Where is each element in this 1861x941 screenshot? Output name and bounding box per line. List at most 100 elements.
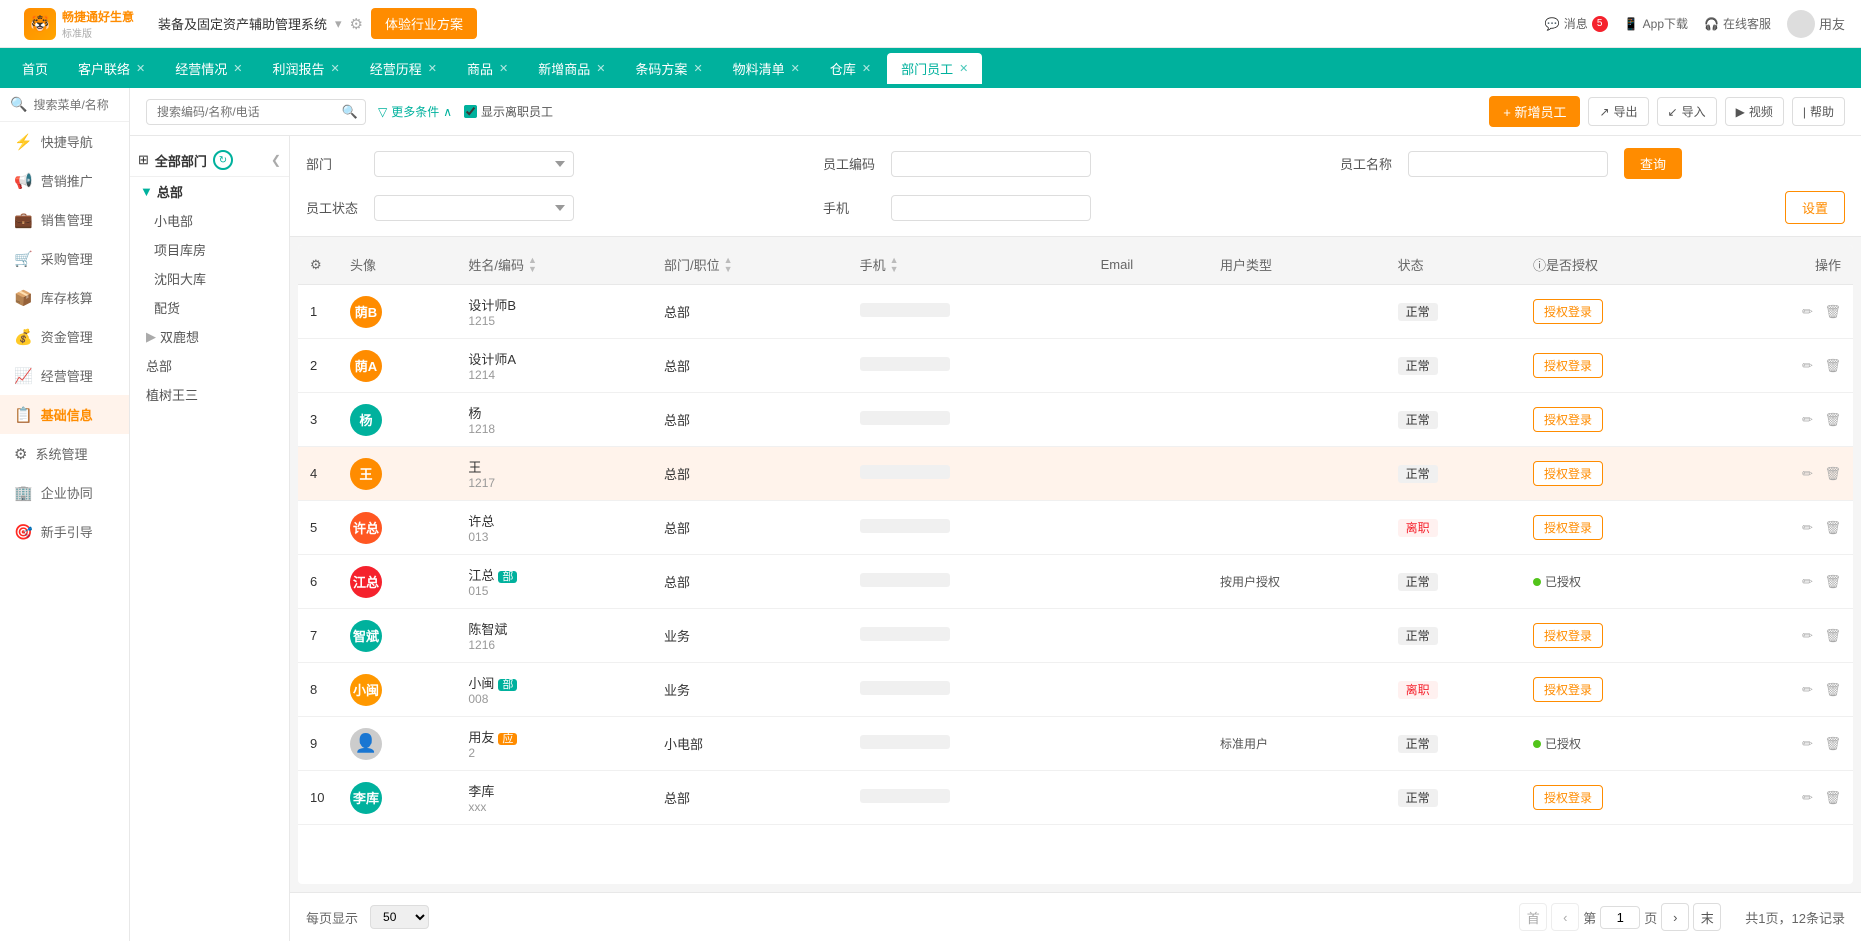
search-input[interactable] [146, 99, 366, 125]
query-button[interactable]: 查询 [1624, 148, 1682, 179]
sidebar-item-quick[interactable]: ⚡ 快捷导航 [0, 122, 129, 161]
tab-close-icon[interactable]: ✕ [136, 62, 145, 75]
auth-button[interactable]: 授权登录 [1533, 623, 1603, 648]
emp-status-select[interactable] [374, 195, 574, 221]
dept-item-shuanglu[interactable]: ▶双鹿想 [130, 322, 289, 351]
tab-barcode[interactable]: 条码方案 ✕ [621, 53, 716, 84]
add-employee-button[interactable]: + 新增员工 [1489, 96, 1580, 127]
sidebar-item-sales[interactable]: 💼 销售管理 [0, 200, 129, 239]
tab-employee[interactable]: 部门员工 ✕ [887, 53, 982, 84]
tab-bom[interactable]: 物料清单 ✕ [719, 53, 814, 84]
tab-operation-status[interactable]: 经营情况 ✕ [161, 53, 256, 84]
collapse-sidebar-button[interactable]: ❮ [271, 153, 281, 167]
app-download-button[interactable]: 📱 App下载 [1624, 15, 1688, 32]
trial-button[interactable]: 体验行业方案 [371, 8, 477, 39]
next-page-button[interactable]: › [1661, 903, 1689, 931]
auth-button[interactable]: 授权登录 [1533, 677, 1603, 702]
auth-button[interactable]: 授权登录 [1533, 515, 1603, 540]
dept-item-shenyang[interactable]: 沈阳大库 [130, 264, 289, 293]
last-page-button[interactable]: 末 [1693, 903, 1721, 931]
sidebar-item-basic[interactable]: 📋 基础信息 [0, 395, 129, 434]
col-dept[interactable]: 部门/职位 ▲▼ [652, 245, 848, 285]
edit-button[interactable]: ✏ [1802, 574, 1813, 589]
dropdown-arrow-icon[interactable]: ▾ [335, 16, 342, 32]
tab-close-icon[interactable]: ✕ [862, 62, 871, 75]
tab-close-icon[interactable]: ✕ [233, 62, 242, 75]
edit-button[interactable]: ✏ [1802, 466, 1813, 481]
edit-button[interactable]: ✏ [1802, 520, 1813, 535]
sidebar-item-operation[interactable]: 📈 经营管理 [0, 356, 129, 395]
search-icon[interactable]: 🔍 [342, 104, 358, 120]
first-page-button[interactable]: 首 [1519, 903, 1547, 931]
message-button[interactable]: 💬 消息 5 [1545, 15, 1608, 32]
sidebar-item-marketing[interactable]: 📢 营销推广 [0, 161, 129, 200]
more-filters-button[interactable]: ▽ 更多条件 ∧ [378, 103, 452, 120]
export-button[interactable]: ↗ 导出 [1588, 97, 1648, 126]
phone-input[interactable] [891, 195, 1091, 221]
delete-button[interactable]: 🗑 [1824, 412, 1841, 427]
delete-button[interactable]: 🗑 [1824, 682, 1841, 697]
page-number-input[interactable] [1600, 906, 1640, 929]
tab-history[interactable]: 经营历程 ✕ [356, 53, 451, 84]
delete-button[interactable]: 🗑 [1824, 520, 1841, 535]
dept-select[interactable] [374, 151, 574, 177]
delete-button[interactable]: 🗑 [1824, 358, 1841, 373]
dept-item-distribution[interactable]: 配货 [130, 293, 289, 322]
edit-button[interactable]: ✏ [1802, 628, 1813, 643]
delete-button[interactable]: 🗑 [1824, 736, 1841, 751]
auth-button[interactable]: 授权登录 [1533, 299, 1603, 324]
tab-new-goods[interactable]: 新增商品 ✕ [524, 53, 619, 84]
col-phone[interactable]: 手机 ▲▼ [848, 245, 1089, 285]
emp-code-input[interactable] [891, 151, 1091, 177]
reset-button[interactable]: 设置 [1785, 191, 1845, 224]
tab-close-icon[interactable]: ✕ [791, 62, 800, 75]
dept-item-general[interactable]: 总部 [130, 351, 289, 380]
edit-button[interactable]: ✏ [1802, 358, 1813, 373]
edit-button[interactable]: ✏ [1802, 412, 1813, 427]
sidebar-item-guide[interactable]: 🎯 新手引导 [0, 512, 129, 551]
refresh-button[interactable]: ↻ [213, 150, 233, 170]
show-resigned-checkbox[interactable] [464, 105, 477, 118]
tab-close-icon[interactable]: ✕ [959, 62, 968, 75]
edit-button[interactable]: ✏ [1802, 682, 1813, 697]
tab-close-icon[interactable]: ✕ [596, 62, 605, 75]
delete-button[interactable]: 🗑 [1824, 466, 1841, 481]
tab-close-icon[interactable]: ✕ [331, 62, 340, 75]
dept-item-project[interactable]: 项目库房 [130, 235, 289, 264]
emp-name-input[interactable] [1408, 151, 1608, 177]
delete-button[interactable]: 🗑 [1824, 790, 1841, 805]
tab-home[interactable]: 首页 [8, 53, 62, 84]
tab-goods[interactable]: 商品 ✕ [453, 53, 522, 84]
auth-button[interactable]: 授权登录 [1533, 407, 1603, 432]
tab-close-icon[interactable]: ✕ [499, 62, 508, 75]
import-button[interactable]: ↙ 导入 [1657, 97, 1717, 126]
tab-customer[interactable]: 客户联络 ✕ [64, 53, 159, 84]
auth-button[interactable]: 授权登录 [1533, 785, 1603, 810]
col-settings[interactable]: ⚙ [298, 245, 338, 285]
nav-search-input[interactable] [33, 98, 113, 112]
edit-button[interactable]: ✏ [1802, 736, 1813, 751]
sidebar-item-purchase[interactable]: 🛒 采购管理 [0, 239, 129, 278]
auth-button[interactable]: 授权登录 [1533, 353, 1603, 378]
tab-warehouse[interactable]: 仓库 ✕ [816, 53, 885, 84]
table-settings-icon[interactable]: ⚙ [310, 257, 322, 272]
dept-item-xiaodian[interactable]: 小电部 [130, 206, 289, 235]
online-service-button[interactable]: 🎧 在线客服 [1704, 15, 1771, 32]
tab-close-icon[interactable]: ✕ [693, 62, 702, 75]
dept-general-header[interactable]: ▼ 总部 [130, 177, 289, 206]
video-button[interactable]: ▶ 视频 [1725, 97, 1784, 126]
sidebar-item-enterprise[interactable]: 🏢 企业协同 [0, 473, 129, 512]
delete-button[interactable]: 🗑 [1824, 574, 1841, 589]
sidebar-item-finance[interactable]: 💰 资金管理 [0, 317, 129, 356]
sidebar-item-inventory[interactable]: 📦 库存核算 [0, 278, 129, 317]
sidebar-item-system[interactable]: ⚙ 系统管理 [0, 434, 129, 473]
prev-page-button[interactable]: ‹ [1551, 903, 1579, 931]
delete-button[interactable]: 🗑 [1824, 628, 1841, 643]
show-resigned-checkbox-wrap[interactable]: 显示离职员工 [464, 103, 553, 120]
dept-item-zhishu[interactable]: 植树王三 [130, 380, 289, 409]
tab-profit[interactable]: 利润报告 ✕ [258, 53, 353, 84]
tab-close-icon[interactable]: ✕ [428, 62, 437, 75]
page-size-select[interactable]: 50 100 [370, 905, 429, 929]
col-name[interactable]: 姓名/编码 ▲▼ [456, 245, 652, 285]
user-area[interactable]: 用友 [1787, 10, 1845, 38]
